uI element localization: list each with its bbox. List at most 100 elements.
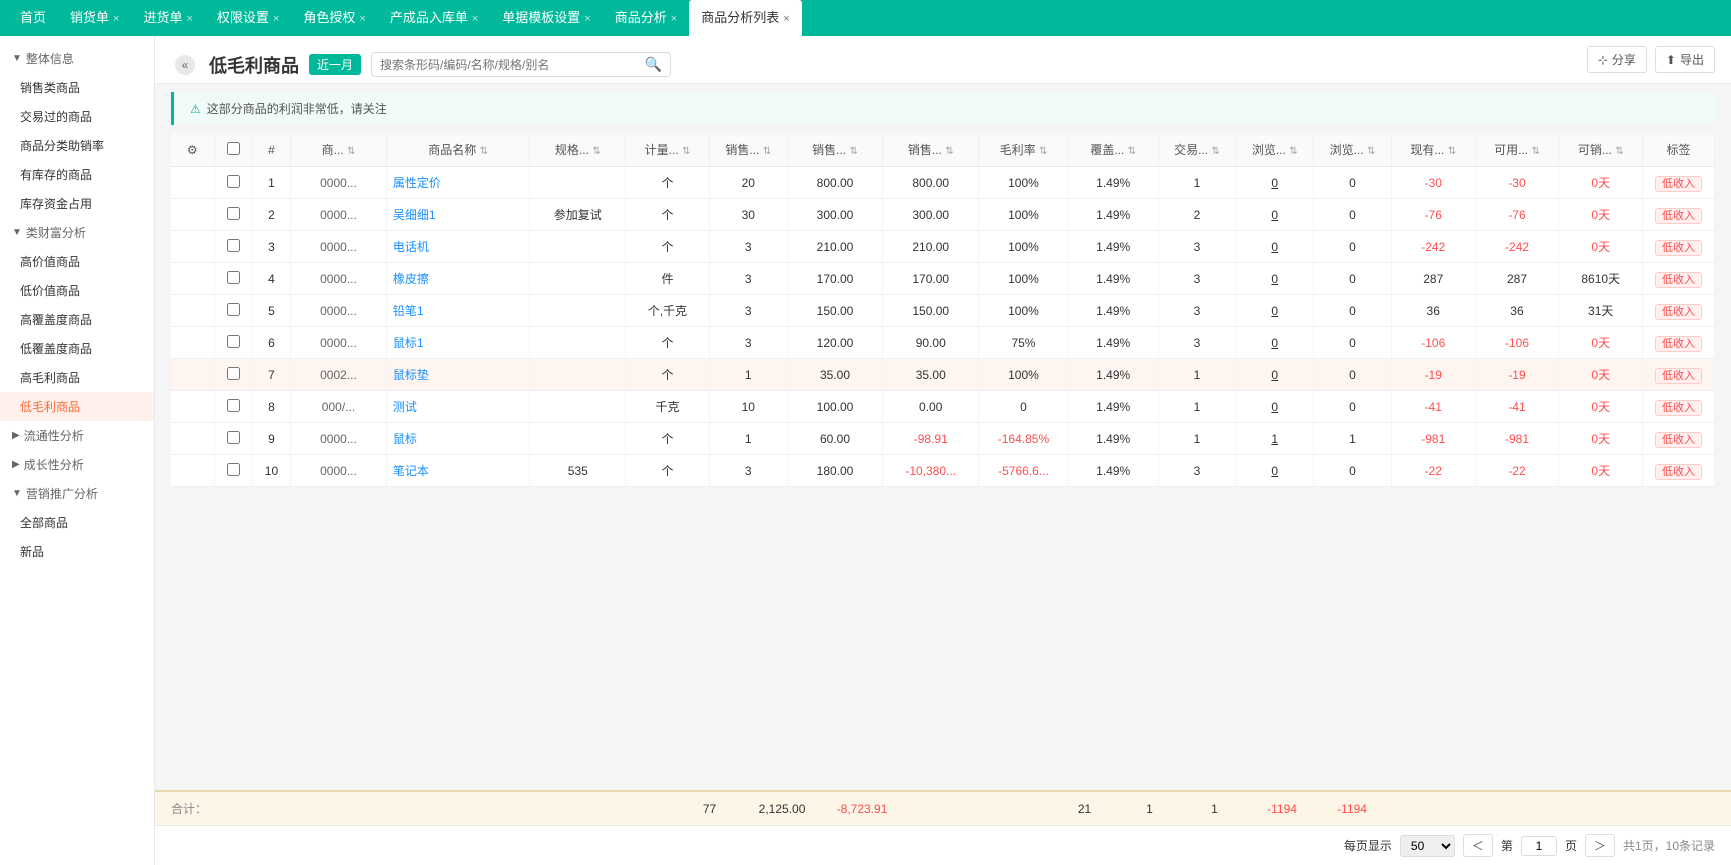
nav-purchase-close[interactable]: × [186, 13, 192, 25]
th-name[interactable]: 商品名称 ⇅ [386, 133, 530, 167]
cell-view1[interactable]: 0 [1236, 199, 1314, 231]
cell-name[interactable]: 鼠标垫 [386, 359, 530, 391]
cell-checkbox[interactable] [214, 167, 252, 199]
nav-analysis-list-close[interactable]: × [783, 13, 789, 25]
nav-permission[interactable]: 权限设置× [205, 0, 291, 36]
export-button[interactable]: ⬆ 导出 [1655, 46, 1715, 73]
sidebar-item-category-rate[interactable]: 商品分类助销率 [0, 131, 154, 160]
th-view2[interactable]: 浏览... ⇅ [1314, 133, 1392, 167]
th-sellable[interactable]: 可销... ⇅ [1559, 133, 1643, 167]
nav-role-close[interactable]: × [359, 13, 365, 25]
cell-code[interactable]: 0002... [291, 359, 387, 391]
cell-code[interactable]: 0000... [291, 263, 387, 295]
row-checkbox[interactable] [227, 335, 240, 348]
row-checkbox[interactable] [227, 463, 240, 476]
nav-analysis-list[interactable]: 商品分析列表× [689, 0, 801, 36]
prev-page-button[interactable]: ＜ [1463, 834, 1493, 857]
sidebar-item-stock-goods[interactable]: 有库存的商品 [0, 160, 154, 189]
cell-code[interactable]: 0000... [291, 327, 387, 359]
share-button[interactable]: ⊹ 分享 [1587, 46, 1647, 73]
sidebar-item-low-value[interactable]: 低价值商品 [0, 276, 154, 305]
nav-analysis-close[interactable]: × [671, 13, 677, 25]
sidebar-item-low-coverage[interactable]: 低覆盖度商品 [0, 334, 154, 363]
sidebar-item-traded-goods[interactable]: 交易过的商品 [0, 102, 154, 131]
cell-checkbox[interactable] [214, 359, 252, 391]
cell-name[interactable]: 吴细细1 [386, 199, 530, 231]
next-page-button[interactable]: ＞ [1585, 834, 1615, 857]
cell-name[interactable]: 橡皮擦 [386, 263, 530, 295]
cell-name[interactable]: 笔记本 [386, 455, 530, 487]
th-unit[interactable]: 计量... ⇅ [626, 133, 710, 167]
period-tag[interactable]: 近一月 [309, 54, 361, 75]
sidebar-item-high-margin[interactable]: 高毛利商品 [0, 363, 154, 392]
cell-name[interactable]: 电话机 [386, 231, 530, 263]
nav-sales-close[interactable]: × [113, 13, 119, 25]
nav-permission-close[interactable]: × [273, 13, 279, 25]
cell-view1[interactable]: 0 [1236, 455, 1314, 487]
search-input[interactable] [380, 58, 641, 72]
cell-code[interactable]: 000/... [291, 391, 387, 423]
cell-view1[interactable]: 0 [1236, 263, 1314, 295]
cell-checkbox[interactable] [214, 391, 252, 423]
th-sales-qty[interactable]: 销售... ⇅ [709, 133, 787, 167]
section-circulation-title[interactable]: ▶ 流通性分析 [0, 421, 154, 450]
th-tag[interactable]: 标签 [1643, 133, 1715, 167]
section-wealth-title[interactable]: ▼ 类财富分析 [0, 218, 154, 247]
cell-view1[interactable]: 0 [1236, 231, 1314, 263]
cell-name[interactable]: 属性定价 [386, 167, 530, 199]
cell-name[interactable]: 鼠标1 [386, 327, 530, 359]
th-view1[interactable]: 浏览... ⇅ [1236, 133, 1314, 167]
cell-name[interactable]: 鼠标 [386, 423, 530, 455]
sidebar-item-sales-goods[interactable]: 销售类商品 [0, 73, 154, 102]
row-checkbox[interactable] [227, 207, 240, 220]
sidebar-item-stock-capital[interactable]: 库存资金占用 [0, 189, 154, 218]
cell-checkbox[interactable] [214, 231, 252, 263]
nav-analysis[interactable]: 商品分析× [603, 0, 689, 36]
th-sales-amount[interactable]: 销售... ⇅ [883, 133, 979, 167]
th-checkbox[interactable] [214, 133, 252, 167]
th-coverage[interactable]: 覆盖... ⇅ [1068, 133, 1158, 167]
sidebar-item-high-value[interactable]: 高价值商品 [0, 247, 154, 276]
page-number-input[interactable] [1521, 836, 1557, 856]
cell-view1[interactable]: 0 [1236, 295, 1314, 327]
row-checkbox[interactable] [227, 399, 240, 412]
sidebar-collapse-button[interactable]: « [175, 55, 195, 75]
nav-product-entry-close[interactable]: × [472, 13, 478, 25]
nav-template-close[interactable]: × [584, 13, 590, 25]
page-size-select[interactable]: 50 20 100 [1400, 835, 1455, 857]
cell-view1[interactable]: 0 [1236, 359, 1314, 391]
cell-checkbox[interactable] [214, 327, 252, 359]
section-growth-title[interactable]: ▶ 成长性分析 [0, 450, 154, 479]
cell-code[interactable]: 0000... [291, 231, 387, 263]
th-current[interactable]: 现有... ⇅ [1391, 133, 1475, 167]
cell-name[interactable]: 测试 [386, 391, 530, 423]
th-spec[interactable]: 规格... ⇅ [530, 133, 626, 167]
th-sales-price[interactable]: 销售... ⇅ [787, 133, 883, 167]
row-checkbox[interactable] [227, 239, 240, 252]
sidebar-item-low-margin[interactable]: 低毛利商品 [0, 392, 154, 421]
th-settings[interactable]: ⚙ [171, 133, 214, 167]
cell-view1[interactable]: 0 [1236, 327, 1314, 359]
nav-role[interactable]: 角色授权× [291, 0, 377, 36]
cell-view1[interactable]: 0 [1236, 167, 1314, 199]
nav-product-entry[interactable]: 产成品入库单× [378, 0, 490, 36]
th-code[interactable]: 商... ⇅ [291, 133, 387, 167]
nav-purchase[interactable]: 进货单× [131, 0, 204, 36]
cell-view1[interactable]: 0 [1236, 391, 1314, 423]
nav-sales[interactable]: 销货单× [58, 0, 131, 36]
select-all-checkbox[interactable] [227, 142, 240, 155]
row-checkbox[interactable] [227, 175, 240, 188]
row-checkbox[interactable] [227, 367, 240, 380]
row-checkbox[interactable] [227, 271, 240, 284]
row-checkbox[interactable] [227, 431, 240, 444]
settings-icon[interactable]: ⚙ [187, 143, 198, 157]
search-icon[interactable]: 🔍 [645, 56, 662, 73]
sidebar-item-all-goods[interactable]: 全部商品 [0, 508, 154, 537]
cell-checkbox[interactable] [214, 263, 252, 295]
cell-checkbox[interactable] [214, 455, 252, 487]
th-trans[interactable]: 交易... ⇅ [1158, 133, 1236, 167]
cell-code[interactable]: 0000... [291, 295, 387, 327]
sidebar-item-new-goods[interactable]: 新品 [0, 537, 154, 566]
cell-checkbox[interactable] [214, 423, 252, 455]
cell-code[interactable]: 0000... [291, 455, 387, 487]
